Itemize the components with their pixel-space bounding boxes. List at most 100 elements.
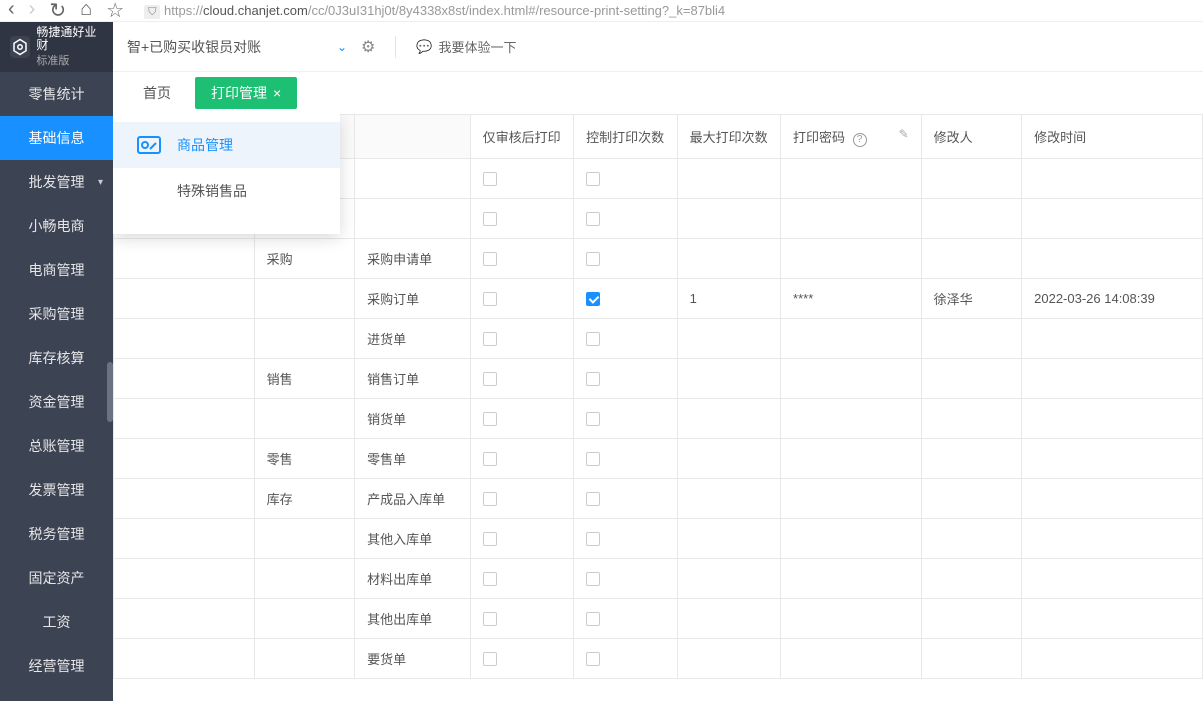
cell-password[interactable]: [781, 239, 922, 279]
checkbox-after[interactable]: [483, 572, 497, 586]
sidebar-item-1[interactable]: 基础信息: [0, 116, 113, 160]
cell-modifier: [921, 399, 1021, 439]
sidebar-item-6[interactable]: 库存核算: [0, 336, 113, 380]
cell-max[interactable]: [677, 359, 780, 399]
try-link[interactable]: 💬 我要体验一下: [416, 37, 516, 56]
checkbox-after[interactable]: [483, 412, 497, 426]
cell-max[interactable]: [677, 319, 780, 359]
checkbox-after[interactable]: [483, 452, 497, 466]
checkbox-ctrl[interactable]: [586, 492, 600, 506]
sidebar-item-5[interactable]: 采购管理: [0, 292, 113, 336]
checkbox-ctrl[interactable]: [586, 372, 600, 386]
cell-max[interactable]: [677, 399, 780, 439]
sidebar-item-0[interactable]: 零售统计: [0, 72, 113, 116]
divider: [395, 36, 396, 58]
edit-icon[interactable]: ✎: [899, 127, 909, 141]
sidebar-item-9[interactable]: 发票管理: [0, 468, 113, 512]
checkbox-ctrl[interactable]: [586, 452, 600, 466]
cell-max[interactable]: [677, 559, 780, 599]
checkbox-ctrl[interactable]: [586, 412, 600, 426]
checkbox-ctrl[interactable]: [586, 532, 600, 546]
sidebar-item-13[interactable]: 经营管理: [0, 644, 113, 688]
checkbox-after[interactable]: [483, 292, 497, 306]
sidebar-item-11[interactable]: 固定资产: [0, 556, 113, 600]
forward-icon[interactable]: ›: [29, 0, 36, 23]
checkbox-ctrl[interactable]: [586, 212, 600, 226]
company-select[interactable]: 智+已购买收银员对账 ⌄: [127, 37, 347, 57]
checkbox-ctrl[interactable]: [586, 572, 600, 586]
checkbox-after[interactable]: [483, 212, 497, 226]
cell-after: [470, 239, 573, 279]
table-row: 材料出库单: [114, 559, 1203, 599]
cell-max[interactable]: [677, 439, 780, 479]
checkbox-after[interactable]: [483, 252, 497, 266]
cell-modifier: [921, 559, 1021, 599]
cell-password[interactable]: ****: [781, 279, 922, 319]
cell-password[interactable]: [781, 199, 922, 239]
cell-password[interactable]: [781, 359, 922, 399]
cell-category: 库存: [254, 479, 354, 519]
cell-max[interactable]: [677, 239, 780, 279]
sidebar-item-4[interactable]: 电商管理: [0, 248, 113, 292]
cell-max[interactable]: [677, 159, 780, 199]
cell-password[interactable]: [781, 559, 922, 599]
cell-after: [470, 519, 573, 559]
cell-max[interactable]: [677, 519, 780, 559]
cell-hidden: [114, 519, 255, 559]
url-bar[interactable]: ⛉ https://cloud.chanjet.com/cc/0J3uI31hj…: [136, 3, 1195, 19]
cell-max[interactable]: 1: [677, 279, 780, 319]
tab-home[interactable]: 首页: [127, 77, 187, 109]
home-icon[interactable]: ⌂: [80, 0, 92, 23]
cell-hidden: [114, 599, 255, 639]
star-icon[interactable]: ☆: [106, 0, 124, 23]
checkbox-after[interactable]: [483, 612, 497, 626]
checkbox-after[interactable]: [483, 652, 497, 666]
sidebar-item-2[interactable]: 批发管理▾: [0, 160, 113, 204]
back-icon[interactable]: ‹: [8, 0, 15, 23]
refresh-icon[interactable]: ↻: [49, 0, 66, 23]
cell-password[interactable]: [781, 439, 922, 479]
checkbox-ctrl[interactable]: [586, 252, 600, 266]
checkbox-ctrl[interactable]: [586, 172, 600, 186]
sidebar-item-12[interactable]: 工资: [0, 600, 113, 644]
cell-max[interactable]: [677, 199, 780, 239]
tab-print-manage[interactable]: 打印管理×: [195, 77, 297, 109]
sidebar-item-10[interactable]: 税务管理: [0, 512, 113, 556]
cell-ctrl: [574, 239, 677, 279]
checkbox-after[interactable]: [483, 372, 497, 386]
checkbox-ctrl[interactable]: [586, 332, 600, 346]
checkbox-ctrl[interactable]: [586, 292, 600, 306]
try-text: 我要体验一下: [439, 37, 517, 56]
table-row: 要货单: [114, 639, 1203, 679]
cell-max[interactable]: [677, 639, 780, 679]
table-row: 采购采购申请单: [114, 239, 1203, 279]
submenu-item-special[interactable]: 特殊销售品: [113, 168, 340, 214]
checkbox-after[interactable]: [483, 492, 497, 506]
cell-password[interactable]: [781, 519, 922, 559]
sidebar-item-8[interactable]: 总账管理: [0, 424, 113, 468]
cell-password[interactable]: [781, 599, 922, 639]
cell-password[interactable]: [781, 399, 922, 439]
checkbox-ctrl[interactable]: [586, 612, 600, 626]
sidebar-item-7[interactable]: 资金管理: [0, 380, 113, 424]
cell-max[interactable]: [677, 599, 780, 639]
cell-max[interactable]: [677, 479, 780, 519]
submenu-label: 商品管理: [177, 135, 233, 155]
close-icon[interactable]: ×: [273, 85, 281, 101]
gear-icon[interactable]: ⚙: [361, 37, 375, 57]
submenu-item-product[interactable]: 商品管理: [113, 122, 340, 168]
sidebar-item-3[interactable]: 小畅电商: [0, 204, 113, 248]
checkbox-ctrl[interactable]: [586, 652, 600, 666]
checkbox-after[interactable]: [483, 532, 497, 546]
cell-modifier: [921, 479, 1021, 519]
checkbox-after[interactable]: [483, 332, 497, 346]
help-icon[interactable]: ?: [853, 133, 867, 147]
cell-time: [1022, 399, 1203, 439]
cell-password[interactable]: [781, 159, 922, 199]
cell-password[interactable]: [781, 639, 922, 679]
cell-category: [254, 519, 354, 559]
cell-password[interactable]: [781, 479, 922, 519]
checkbox-after[interactable]: [483, 172, 497, 186]
cell-password[interactable]: [781, 319, 922, 359]
th-max-count: 最大打印次数: [677, 115, 780, 159]
